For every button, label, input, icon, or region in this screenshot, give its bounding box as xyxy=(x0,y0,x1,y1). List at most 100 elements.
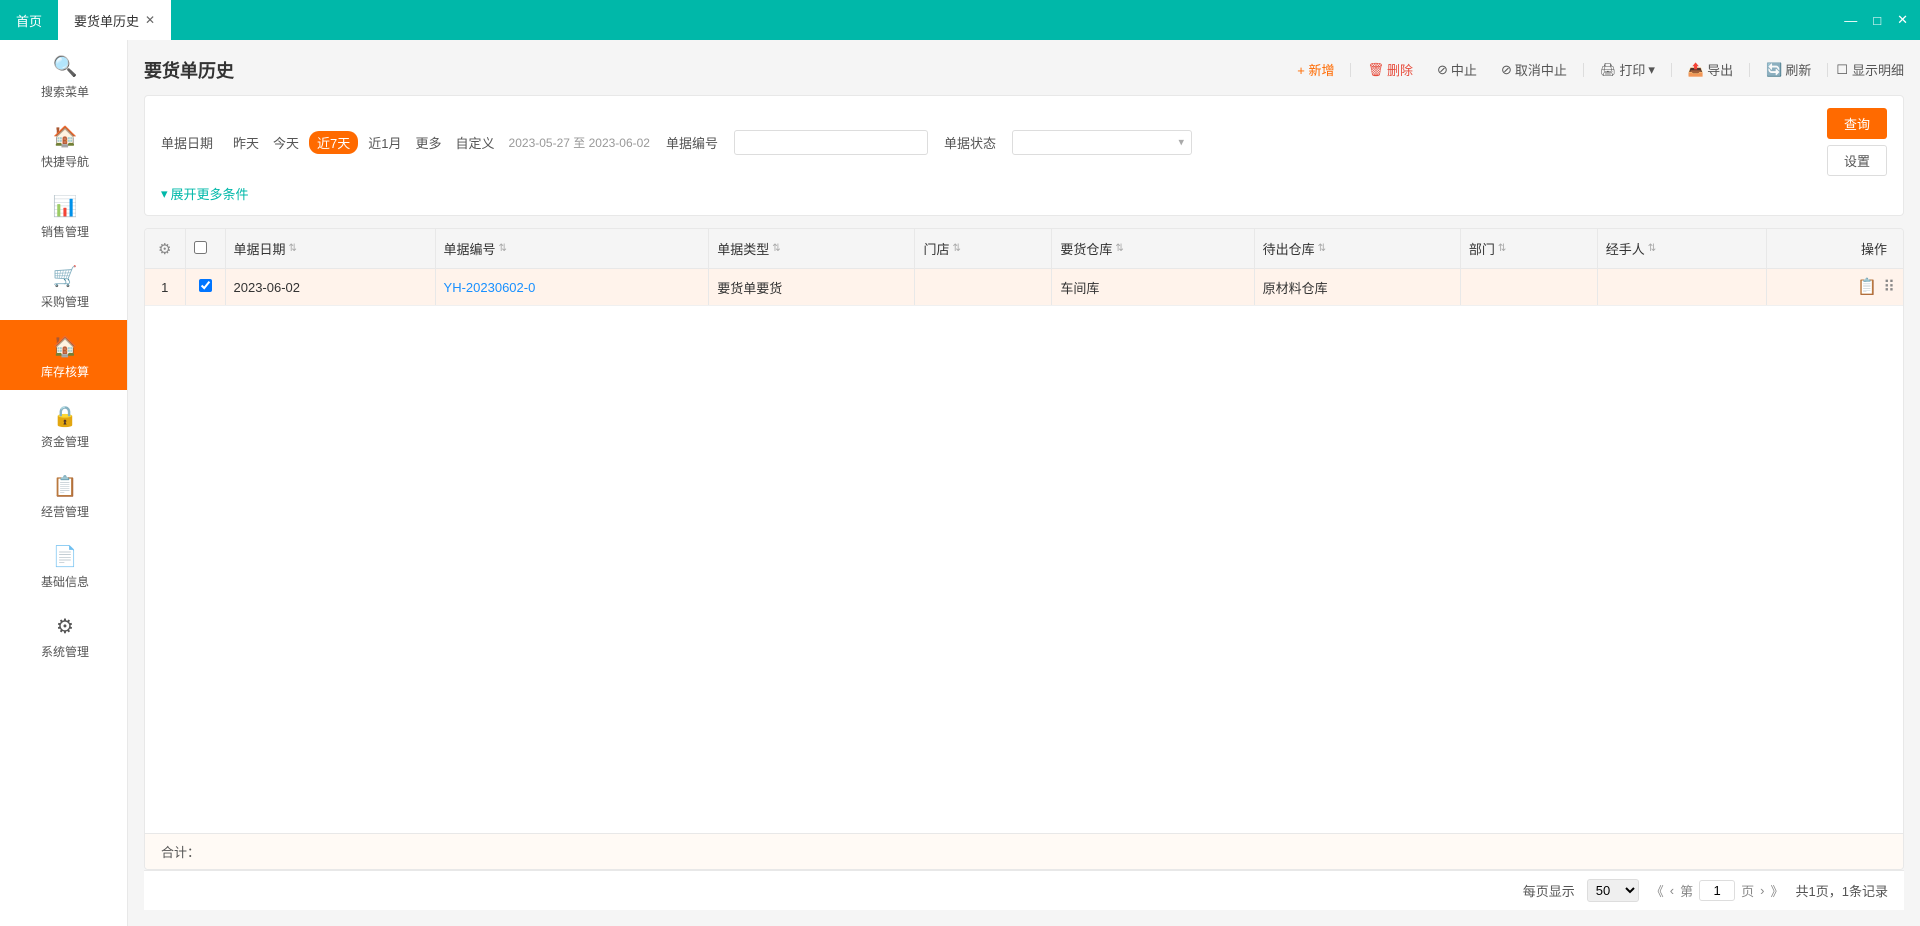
sidebar-item-finance-label: 资金管理 xyxy=(41,433,89,450)
data-table: ⚙ 单据日期 ⇅ 单据编号 xyxy=(145,229,1903,306)
page-size-select[interactable]: 50 20 100 xyxy=(1587,879,1639,902)
close-button[interactable]: ✕ xyxy=(1897,12,1908,28)
date-opt-custom[interactable]: 自定义 xyxy=(452,131,499,154)
print-button[interactable]: 🖨 打印 ▾ xyxy=(1592,56,1663,83)
sort-req-warehouse[interactable]: 要货仓库 ⇅ xyxy=(1060,239,1123,258)
table-spacer xyxy=(145,306,1903,833)
row-actions-cell: 📋 ⠿ xyxy=(1767,269,1903,306)
sort-doc-type-icon: ⇅ xyxy=(772,243,780,254)
divider-3 xyxy=(1671,63,1672,77)
inventory-icon: 🏠 xyxy=(53,334,78,359)
row-store xyxy=(915,269,1052,306)
expand-icon: ▾ xyxy=(161,186,168,202)
row-date: 2023-06-02 xyxy=(225,269,435,306)
minimize-button[interactable]: — xyxy=(1844,13,1857,28)
bottom-bar: 每页显示 50 20 100 《 ‹ 第 页 › 》 共1页，1条记录 xyxy=(144,870,1904,910)
filter-actions: 查询 设置 xyxy=(1827,108,1887,176)
col-settings[interactable]: ⚙ xyxy=(145,229,185,269)
tab-home[interactable]: 首页 xyxy=(0,0,58,40)
print-icon: 🖨 xyxy=(1600,62,1617,78)
select-all-checkbox[interactable] xyxy=(194,241,207,254)
row-checkbox[interactable] xyxy=(199,279,212,292)
date-filter-label: 单据日期 xyxy=(161,133,213,152)
page-number-input[interactable] xyxy=(1699,880,1735,901)
sidebar-item-basic-info[interactable]: 📄 基础信息 xyxy=(0,530,127,600)
col-store: 门店 ⇅ xyxy=(915,229,1052,269)
page-nav: 《 ‹ 第 页 › 》 xyxy=(1651,880,1784,901)
sidebar-item-purchase[interactable]: 🛒 采购管理 xyxy=(0,250,127,320)
page-header: 要货单历史 + 新增 🗑 删除 ⊘ 中止 ⊘ 取消中止 🖨 xyxy=(144,56,1904,83)
tab-requisition-history[interactable]: 要货单历史 ✕ xyxy=(58,0,171,40)
sidebar-item-sys-label: 系统管理 xyxy=(41,643,89,660)
sidebar: 🔍 搜索菜单 🏠 快捷导航 📊 销售管理 🛒 采购管理 🏠 库存核算 🔒 资金管… xyxy=(0,40,128,926)
filter-row-1: 单据日期 昨天 今天 近7天 近1月 更多 自定义 2023-05-27 至 2… xyxy=(161,108,1887,176)
sidebar-item-quick-nav[interactable]: 🏠 快捷导航 xyxy=(0,110,127,180)
date-opt-more[interactable]: 更多 xyxy=(412,131,446,154)
prev-page-button[interactable]: ‹ xyxy=(1670,883,1674,898)
doc-status-select[interactable] xyxy=(1012,130,1192,155)
sidebar-item-sys[interactable]: ⚙ 系统管理 xyxy=(0,600,127,670)
sort-doc-no[interactable]: 单据编号 ⇅ xyxy=(444,239,507,258)
sort-store[interactable]: 门店 ⇅ xyxy=(923,239,960,258)
settings-button[interactable]: 设置 xyxy=(1827,145,1887,176)
query-button[interactable]: 查询 xyxy=(1827,108,1887,139)
next-page-button[interactable]: › xyxy=(1760,883,1764,898)
sort-department-icon: ⇅ xyxy=(1498,243,1506,254)
table-row[interactable]: 1 2023-06-02 YH-20230602-0 要货单要货 车间库 原材料… xyxy=(145,269,1903,306)
sort-doc-no-icon: ⇅ xyxy=(499,243,507,254)
first-page-button[interactable]: 《 xyxy=(1651,881,1664,900)
search-menu-icon: 🔍 xyxy=(53,54,78,79)
table-wrapper: ⚙ 单据日期 ⇅ 单据编号 xyxy=(144,228,1904,870)
date-opt-yesterday[interactable]: 昨天 xyxy=(229,131,263,154)
doc-no-link[interactable]: YH-20230602-0 xyxy=(444,280,536,295)
tab-home-label: 首页 xyxy=(16,11,42,30)
sort-req-warehouse-icon: ⇅ xyxy=(1115,243,1123,254)
export-button[interactable]: 📤 导出 xyxy=(1680,56,1741,83)
doc-status-label: 单据状态 xyxy=(944,133,996,152)
sort-doc-type[interactable]: 单据类型 ⇅ xyxy=(717,239,780,258)
row-edit-icon[interactable]: 📋 xyxy=(1857,277,1877,297)
delete-button[interactable]: 🗑 删除 xyxy=(1359,56,1421,83)
refresh-button[interactable]: 🔄 刷新 xyxy=(1758,56,1819,83)
page-label-pre: 第 xyxy=(1680,881,1693,900)
row-more-icon[interactable]: ⠿ xyxy=(1883,277,1895,297)
stop-button[interactable]: ⊘ 中止 xyxy=(1429,56,1485,83)
col-pending-warehouse: 待出仓库 ⇅ xyxy=(1254,229,1460,269)
divider-1 xyxy=(1350,63,1351,77)
sort-date[interactable]: 单据日期 ⇅ xyxy=(234,239,297,258)
tab-requisition-label: 要货单历史 xyxy=(74,11,139,30)
sidebar-item-sales[interactable]: 📊 销售管理 xyxy=(0,180,127,250)
last-page-button[interactable]: 》 xyxy=(1771,881,1784,900)
doc-no-label: 单据编号 xyxy=(666,133,718,152)
display-detail-button[interactable]: ☐ 显示明细 xyxy=(1836,60,1904,79)
tab-close-icon[interactable]: ✕ xyxy=(145,13,155,27)
sort-department[interactable]: 部门 ⇅ xyxy=(1469,239,1506,258)
delete-icon: 🗑 xyxy=(1367,62,1384,78)
sort-pending-warehouse[interactable]: 待出仓库 ⇅ xyxy=(1263,239,1326,258)
sidebar-item-finance[interactable]: 🔒 资金管理 xyxy=(0,390,127,460)
stop-icon: ⊘ xyxy=(1437,62,1448,78)
filter-area: 单据日期 昨天 今天 近7天 近1月 更多 自定义 2023-05-27 至 2… xyxy=(144,95,1904,216)
sys-icon: ⚙ xyxy=(56,614,74,639)
date-opt-last7days[interactable]: 近7天 xyxy=(309,131,358,154)
cancel-stop-button[interactable]: ⊘ 取消中止 xyxy=(1493,56,1575,83)
date-opt-today[interactable]: 今天 xyxy=(269,131,303,154)
col-actions: 操作 xyxy=(1767,229,1903,269)
expand-more-button[interactable]: ▾ 展开更多条件 xyxy=(161,184,1887,203)
maximize-button[interactable]: □ xyxy=(1873,13,1881,28)
tab-bar: 首页 要货单历史 ✕ xyxy=(0,0,171,40)
doc-no-input[interactable] xyxy=(734,130,928,155)
row-index: 1 xyxy=(145,269,185,306)
divider-4 xyxy=(1749,63,1750,77)
sort-handler[interactable]: 经手人 ⇅ xyxy=(1606,239,1656,258)
settings-col-icon[interactable]: ⚙ xyxy=(158,241,171,258)
sidebar-item-ops[interactable]: 📋 经营管理 xyxy=(0,460,127,530)
page-label-post: 页 xyxy=(1741,881,1754,900)
sidebar-item-inventory[interactable]: 🏠 库存核算 xyxy=(0,320,127,390)
add-button[interactable]: + 新增 xyxy=(1289,56,1342,83)
footer-label: 合计： xyxy=(161,845,200,860)
print-dropdown-icon: ▾ xyxy=(1648,62,1655,78)
sidebar-item-search-menu[interactable]: 🔍 搜索菜单 xyxy=(0,40,127,110)
row-checkbox-cell xyxy=(185,269,225,306)
date-opt-last1month[interactable]: 近1月 xyxy=(364,131,405,154)
